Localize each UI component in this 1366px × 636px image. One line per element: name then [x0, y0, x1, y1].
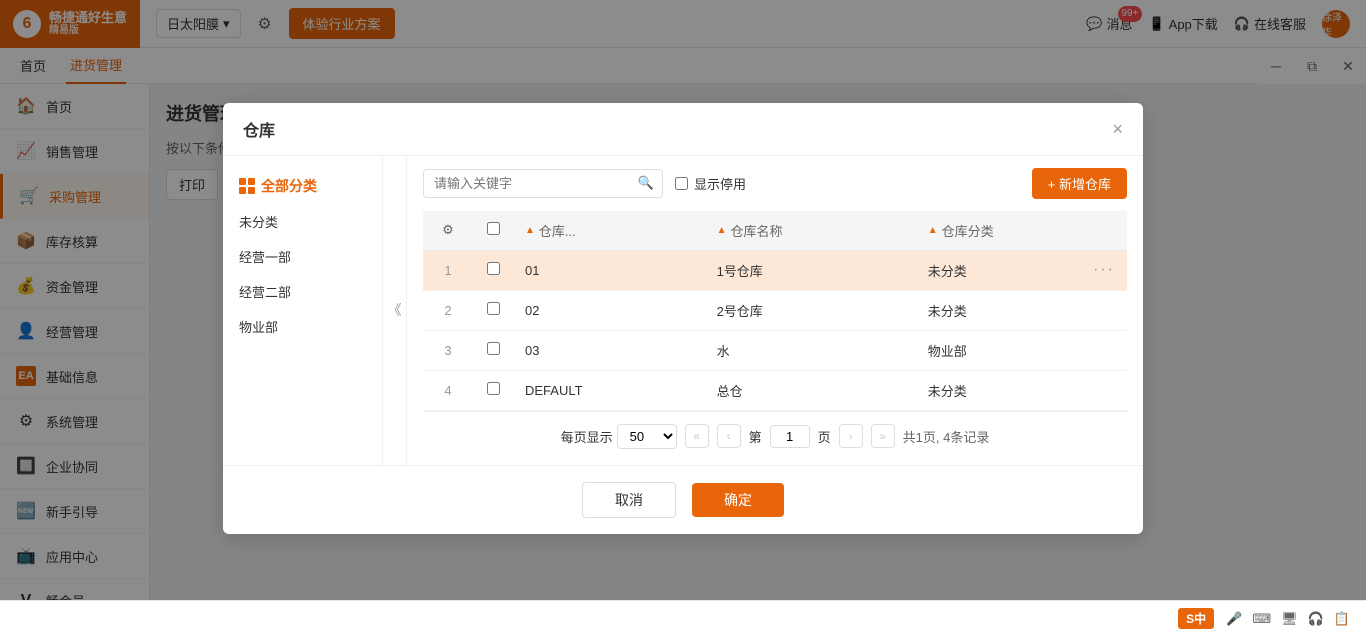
total-info: 共1页, 4条记录: [903, 427, 990, 446]
warehouse-modal: 仓库 × 全部分类 未分类 经营一部 经营二部 物业部: [223, 103, 1143, 534]
row-category: 物业部: [916, 330, 1127, 370]
collapse-icon: 《: [388, 300, 402, 320]
show-disabled-checkbox[interactable]: [675, 177, 688, 190]
modal-toolbar: 🔍 显示停用 + 新增仓库: [423, 168, 1127, 199]
th-code-label: 仓库...: [539, 221, 576, 240]
grid-icon: [239, 178, 255, 194]
modal-main: 🔍 显示停用 + 新增仓库 ⚙: [407, 156, 1143, 465]
bottom-icons: 🎤 ⌨ 🖥 🎧 📋: [1226, 611, 1350, 627]
modal-body: 全部分类 未分类 经营一部 经营二部 物业部 《 🔍: [223, 156, 1143, 465]
th-checkbox: [473, 211, 513, 251]
per-page-label: 每页显示: [561, 427, 613, 446]
per-page-select[interactable]: 50 20 100: [617, 424, 677, 449]
row-checkbox-cell: [473, 290, 513, 330]
search-icon[interactable]: 🔍: [630, 175, 662, 191]
th-name: ▲ 仓库名称: [705, 211, 916, 251]
row-category: 未分类: [916, 370, 1127, 410]
per-page-selector: 每页显示 50 20 100: [561, 424, 677, 449]
row-checkbox[interactable]: [487, 382, 500, 395]
add-warehouse-button[interactable]: + 新增仓库: [1032, 168, 1127, 199]
row-actions-button[interactable]: ···: [1093, 261, 1115, 279]
confirm-button[interactable]: 确定: [692, 483, 784, 517]
row-code: 02: [513, 290, 705, 330]
th-name-label: 仓库名称: [730, 221, 782, 240]
row-code: DEFAULT: [513, 370, 705, 410]
row-name: 水: [705, 330, 916, 370]
headphone-icon[interactable]: 🎧: [1308, 611, 1324, 627]
sort-icon-category[interactable]: ▲: [928, 225, 938, 236]
row-name: 总仓: [705, 370, 916, 410]
th-actions: ⚙: [423, 211, 473, 251]
modal-overlay: 仓库 × 全部分类 未分类 经营一部 经营二部 物业部: [0, 0, 1366, 636]
modal-close-button[interactable]: ×: [1112, 120, 1123, 138]
row-category: 未分类 ···: [916, 250, 1127, 290]
modal-footer: 取消 确定: [223, 465, 1143, 534]
modal-category-uncategorized[interactable]: 未分类: [223, 204, 382, 239]
modal-title: 仓库: [243, 117, 275, 141]
page-number-input[interactable]: [770, 425, 810, 448]
cancel-button[interactable]: 取消: [582, 482, 676, 518]
row-checkbox[interactable]: [487, 262, 500, 275]
modal-header: 仓库 ×: [223, 103, 1143, 156]
row-checkbox[interactable]: [487, 302, 500, 315]
table-row[interactable]: 1 01 1号仓库 未分类 ···: [423, 250, 1127, 290]
warehouse-table: ⚙ ▲ 仓库...: [423, 211, 1127, 411]
modal-category-property[interactable]: 物业部: [223, 309, 382, 344]
show-disabled-toggle[interactable]: 显示停用: [675, 174, 746, 193]
row-code: 03: [513, 330, 705, 370]
last-page-button[interactable]: »: [871, 424, 895, 448]
select-all-checkbox[interactable]: [487, 222, 500, 235]
microphone-icon[interactable]: 🎤: [1226, 611, 1242, 627]
screen-icon[interactable]: 🖥: [1281, 611, 1298, 627]
search-input[interactable]: [424, 170, 630, 197]
modal-category-dept2[interactable]: 经营二部: [223, 274, 382, 309]
row-checkbox[interactable]: [487, 342, 500, 355]
show-disabled-label: 显示停用: [694, 174, 746, 193]
row-code: 01: [513, 250, 705, 290]
row-num: 1: [423, 250, 473, 290]
th-code: ▲ 仓库...: [513, 211, 705, 251]
row-checkbox-cell: [473, 250, 513, 290]
row-checkbox-cell: [473, 370, 513, 410]
table-row[interactable]: 3 03 水 物业部: [423, 330, 1127, 370]
clipboard-icon[interactable]: 📋: [1334, 611, 1350, 627]
modal-category-sidebar: 全部分类 未分类 经营一部 经营二部 物业部: [223, 156, 383, 465]
sidebar-collapse-button[interactable]: 《: [383, 156, 407, 465]
table-header-row: ⚙ ▲ 仓库...: [423, 211, 1127, 251]
search-box: 🔍: [423, 169, 663, 198]
all-category-label: 全部分类: [261, 176, 317, 196]
row-category: 未分类: [916, 290, 1127, 330]
page-unit-label: 页: [818, 427, 831, 446]
table-row[interactable]: 2 02 2号仓库 未分类: [423, 290, 1127, 330]
sort-icon-code[interactable]: ▲: [525, 225, 535, 236]
th-category-label: 仓库分类: [942, 221, 994, 240]
first-page-button[interactable]: «: [685, 424, 709, 448]
row-num: 4: [423, 370, 473, 410]
row-name: 1号仓库: [705, 250, 916, 290]
prev-page-button[interactable]: ‹: [717, 424, 741, 448]
pagination: 每页显示 50 20 100 « ‹ 第 页 › » 共1页, 4条记录: [423, 411, 1127, 453]
row-num: 2: [423, 290, 473, 330]
modal-category-dept1[interactable]: 经营一部: [223, 239, 382, 274]
sort-icon-name[interactable]: ▲: [717, 225, 727, 236]
row-num: 3: [423, 330, 473, 370]
bottom-logo: S中: [1178, 608, 1214, 629]
bottom-bar: S中 🎤 ⌨ 🖥 🎧 📋: [0, 600, 1366, 636]
row-checkbox-cell: [473, 330, 513, 370]
table-row[interactable]: 4 DEFAULT 总仓 未分类: [423, 370, 1127, 410]
keyboard-icon[interactable]: ⌨: [1252, 611, 1271, 627]
gear-icon-th: ⚙: [442, 222, 454, 237]
th-category: ▲ 仓库分类: [916, 211, 1127, 251]
next-page-button[interactable]: ›: [839, 424, 863, 448]
modal-all-category[interactable]: 全部分类: [223, 168, 382, 204]
row-name: 2号仓库: [705, 290, 916, 330]
page-prefix-label: 第: [749, 427, 762, 446]
